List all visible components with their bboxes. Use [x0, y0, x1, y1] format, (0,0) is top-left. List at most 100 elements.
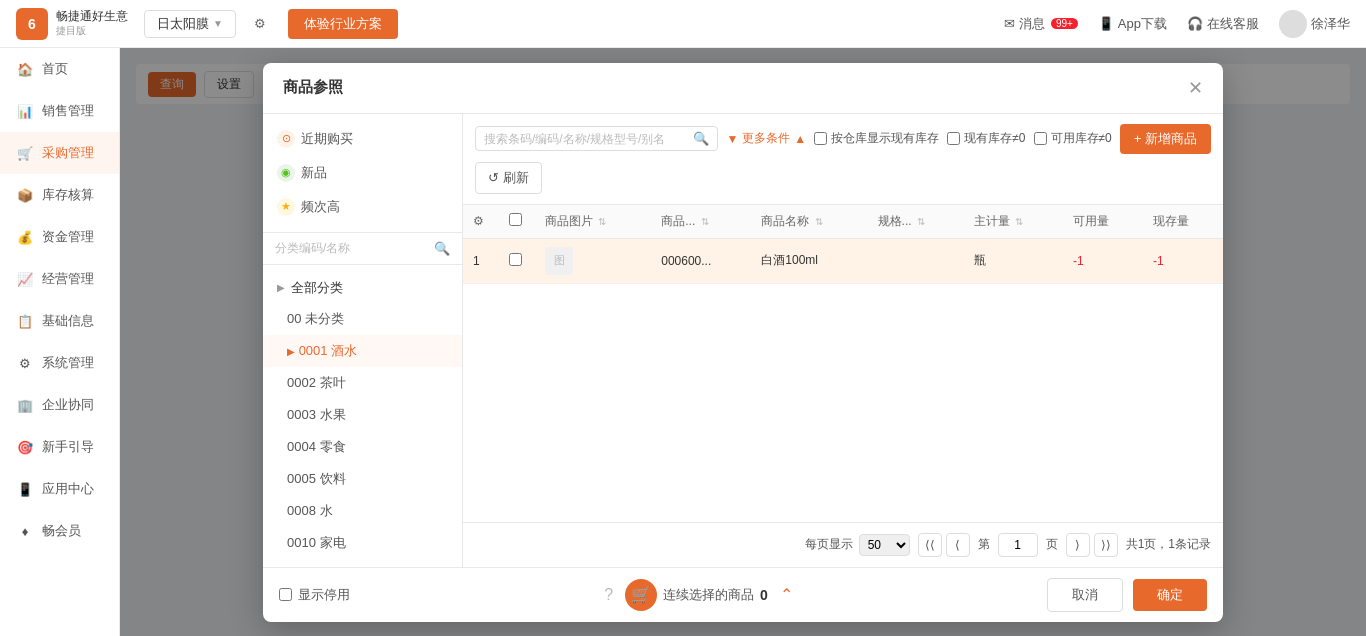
- message-icon: ✉: [1004, 16, 1015, 31]
- sidebar-item-enterprise[interactable]: 🏢 企业协同: [0, 384, 119, 426]
- modal-header: 商品参照 ✕: [263, 63, 1223, 114]
- goods-search-input[interactable]: [484, 132, 689, 146]
- show-disabled-checkbox[interactable]: [279, 588, 292, 601]
- top-nav: 6 畅捷通好生意 捷目版 日太阳膜 ▼ ⚙ 体验行业方案 ✉ 消息 99+ 📱 …: [0, 0, 1366, 48]
- tab-new[interactable]: ◉ 新品: [263, 156, 462, 190]
- cart-count: 0: [760, 587, 768, 603]
- username: 徐泽华: [1311, 15, 1350, 33]
- collapse-icon[interactable]: ⌃: [780, 585, 793, 604]
- category-00[interactable]: 00 未分类: [263, 303, 462, 335]
- category-0002[interactable]: 0002 茶叶: [263, 367, 462, 399]
- sidebar-item-guide[interactable]: 🎯 新手引导: [0, 426, 119, 468]
- filter-arrow-icon: ▲: [794, 132, 806, 146]
- sidebar-item-inventory[interactable]: 📦 库存核算: [0, 174, 119, 216]
- sidebar-item-sales[interactable]: 📊 销售管理: [0, 90, 119, 132]
- category-0003-label: 0003 水果: [287, 407, 346, 422]
- page-next-btn[interactable]: ⟩: [1066, 533, 1090, 557]
- category-search-input[interactable]: [275, 241, 428, 255]
- select-all-checkbox[interactable]: [509, 213, 522, 226]
- checkbox-warehouse-label: 按仓库显示现有库存: [831, 130, 939, 147]
- checkbox-available[interactable]: [1034, 132, 1047, 145]
- refresh-btn[interactable]: ↺ 刷新: [475, 162, 542, 194]
- col-checkbox: [499, 205, 535, 239]
- col-name-sort-icon: ⇅: [815, 216, 823, 227]
- category-0010[interactable]: 0010 家电: [263, 527, 462, 559]
- checkbox-warehouse[interactable]: [814, 132, 827, 145]
- category-search-icon[interactable]: 🔍: [434, 241, 450, 256]
- category-0004[interactable]: 0004 零食: [263, 431, 462, 463]
- user-menu[interactable]: 徐泽华: [1279, 10, 1350, 38]
- tab-frequent[interactable]: ★ 频次高: [263, 190, 462, 224]
- col-image-label: 商品图片: [545, 214, 593, 228]
- main-content: 查询 设置 商品参照 ✕ ⊙: [120, 48, 1366, 636]
- logo-icon: 6: [16, 8, 48, 40]
- app-download-btn[interactable]: 📱 App下载: [1098, 15, 1167, 33]
- per-page-select[interactable]: 50 10 20 100: [859, 534, 910, 556]
- experience-btn[interactable]: 体验行业方案: [288, 9, 398, 39]
- search-magnify-icon[interactable]: 🔍: [693, 131, 709, 146]
- sidebar-item-basic[interactable]: 📋 基础信息: [0, 300, 119, 342]
- category-0005[interactable]: 0005 饮料: [263, 463, 462, 495]
- online-service-btn[interactable]: 🎧 在线客服: [1187, 15, 1259, 33]
- show-disabled-wrap[interactable]: 显示停用: [279, 586, 350, 604]
- cell-image: 图: [535, 238, 651, 283]
- cart-icon[interactable]: 🛒: [625, 579, 657, 611]
- sidebar-item-operation[interactable]: 📈 经营管理: [0, 258, 119, 300]
- checkbox-warehouse-wrap[interactable]: 按仓库显示现有库存: [814, 130, 939, 147]
- checkbox-existing-wrap[interactable]: 现有库存≠0: [947, 130, 1025, 147]
- sidebar-item-home[interactable]: 🏠 首页: [0, 48, 119, 90]
- system-icon: ⚙: [16, 354, 34, 372]
- confirm-btn[interactable]: 确定: [1133, 579, 1207, 611]
- sidebar-item-purchase[interactable]: 🛒 采购管理: [0, 132, 119, 174]
- page-first-btn[interactable]: ⟨⟨: [918, 533, 942, 557]
- online-service-label: 在线客服: [1207, 15, 1259, 33]
- sidebar-item-finance[interactable]: 💰 资金管理: [0, 216, 119, 258]
- category-0001[interactable]: ▶ 0001 酒水: [263, 335, 462, 367]
- filter-more-btn[interactable]: ▼ 更多条件 ▲: [726, 130, 806, 147]
- category-0008[interactable]: 0008 水: [263, 495, 462, 527]
- sidebar-item-system[interactable]: ⚙ 系统管理: [0, 342, 119, 384]
- checkbox-existing[interactable]: [947, 132, 960, 145]
- cell-available: -1: [1063, 238, 1143, 283]
- category-all[interactable]: ▶ 全部分类: [263, 273, 462, 303]
- col-code: 商品... ⇅: [651, 205, 751, 239]
- apps-icon: 📱: [16, 480, 34, 498]
- settings-icon[interactable]: ⚙: [244, 8, 276, 40]
- col-image: 商品图片 ⇅: [535, 205, 651, 239]
- category-0010-label: 0010 家电: [287, 535, 346, 550]
- finance-icon: 💰: [16, 228, 34, 246]
- col-spec-label: 规格...: [878, 214, 912, 228]
- store-arrow-icon: ▼: [213, 18, 223, 29]
- table-settings-icon[interactable]: ⚙: [473, 214, 484, 228]
- checkbox-available-wrap[interactable]: 可用库存≠0: [1034, 130, 1112, 147]
- category-0003[interactable]: 0003 水果: [263, 399, 462, 431]
- filter-more-label: 更多条件: [742, 130, 790, 147]
- sidebar-item-member[interactable]: ♦ 畅会员: [0, 510, 119, 552]
- cell-name: 白酒100ml: [751, 238, 867, 283]
- page-input[interactable]: [998, 533, 1038, 557]
- cancel-btn[interactable]: 取消: [1047, 578, 1123, 612]
- help-icon[interactable]: ?: [604, 586, 613, 604]
- row-checkbox[interactable]: [509, 253, 522, 266]
- footer-center: ? 🛒 连续选择的商品 0 ⌃: [360, 579, 1037, 611]
- message-btn[interactable]: ✉ 消息 99+: [1004, 15, 1078, 33]
- home-icon: 🏠: [16, 60, 34, 78]
- pagination: 每页显示 50 10 20 100 ⟨⟨ ⟨: [463, 522, 1223, 567]
- col-code-sort-icon: ⇅: [701, 216, 709, 227]
- sidebar-label-apps: 应用中心: [42, 480, 94, 498]
- page-prev-btn[interactable]: ⟨: [946, 533, 970, 557]
- tab-recent-label: 近期购买: [301, 130, 353, 148]
- store-selector[interactable]: 日太阳膜 ▼: [144, 10, 236, 38]
- table-row[interactable]: 1 图 000600... 白酒100ml: [463, 238, 1223, 283]
- category-00-label: 00 未分类: [287, 311, 344, 326]
- show-disabled-label: 显示停用: [298, 586, 350, 604]
- sidebar-label-guide: 新手引导: [42, 438, 94, 456]
- close-icon[interactable]: ✕: [1188, 77, 1203, 99]
- col-unit-sort-icon: ⇅: [1015, 216, 1023, 227]
- sidebar-item-apps[interactable]: 📱 应用中心: [0, 468, 119, 510]
- tab-recent[interactable]: ⊙ 近期购买: [263, 122, 462, 156]
- add-goods-btn[interactable]: + 新增商品: [1120, 124, 1211, 154]
- cell-checkbox: [499, 238, 535, 283]
- page-last-btn[interactable]: ⟩⟩: [1094, 533, 1118, 557]
- search-bar: 🔍 ▼ 更多条件 ▲ 按仓库显示现有库存: [463, 114, 1223, 205]
